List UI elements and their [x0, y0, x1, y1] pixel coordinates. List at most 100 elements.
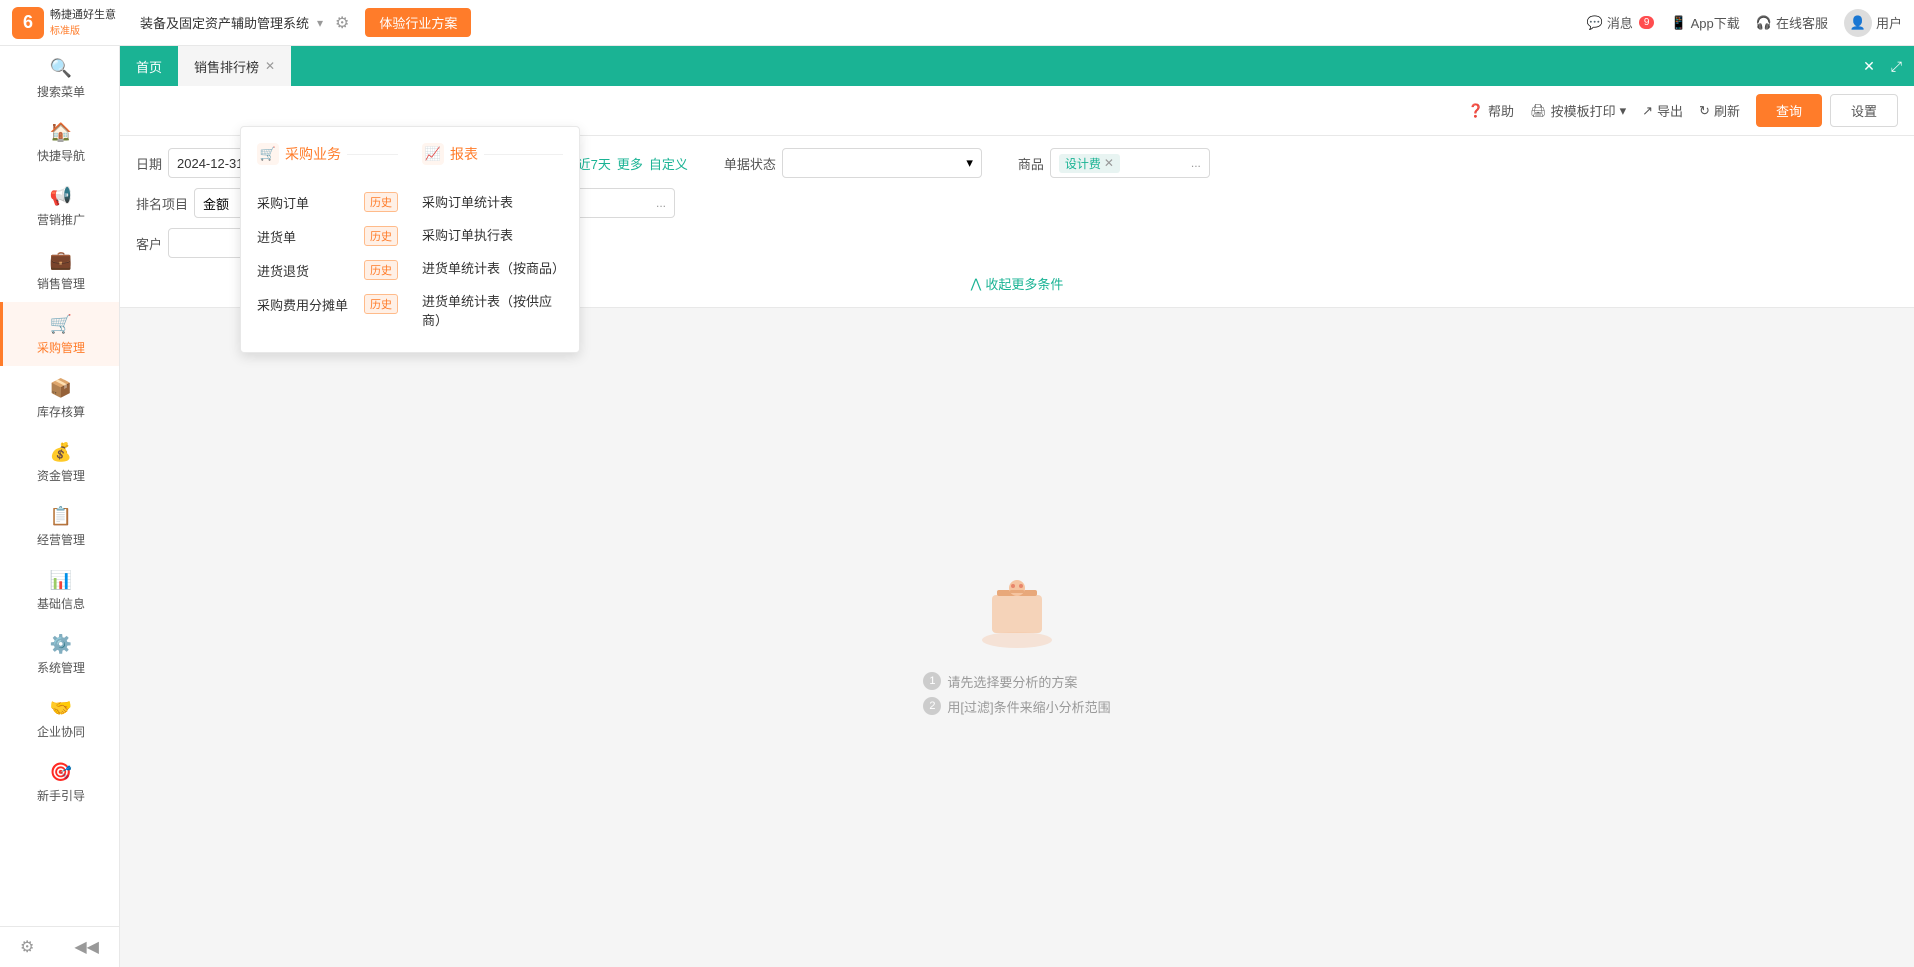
message-icon: 💬	[1587, 15, 1603, 31]
user-action[interactable]: 👤 用户	[1844, 9, 1902, 37]
phone-icon: 📱	[1670, 15, 1686, 31]
sidebar-collapse-icon[interactable]: ◀◀	[74, 937, 99, 957]
goods-more[interactable]: ...	[1191, 156, 1201, 170]
export-icon: ↗	[1642, 103, 1653, 119]
order-stat-label: 采购订单统计表	[422, 192, 513, 211]
sidebar-item-inventory[interactable]: 📦 库存核算	[0, 366, 119, 430]
dropdown-col-report-header: 📈 报表	[422, 143, 563, 173]
quick-date-more[interactable]: 更多	[617, 154, 643, 173]
doc-status-label: 单据状态	[724, 154, 776, 173]
dropdown-item-stock-stat-goods[interactable]: 进货单统计表（按商品）	[422, 251, 563, 284]
tab-maximize-icon[interactable]: ⤢	[1887, 54, 1906, 79]
collapse-button[interactable]: ⋀ 收起更多条件	[971, 274, 1064, 293]
dropdown-item-purchase-order[interactable]: 采购订单 历史	[257, 185, 398, 219]
sidebar-item-purchase[interactable]: 🛒 采购管理	[0, 302, 119, 366]
refresh-icon: ↻	[1699, 103, 1710, 119]
hint-num-2: 2	[923, 697, 941, 715]
guide-icon: 🎯	[50, 762, 72, 783]
tab-close-icon[interactable]: ✕	[265, 59, 275, 73]
help-action[interactable]: ❓ 帮助	[1468, 101, 1514, 120]
sidebar-item-sales[interactable]: 💼 销售管理	[0, 238, 119, 302]
marketing-icon: 📢	[50, 186, 72, 207]
system-dropdown-icon[interactable]: ▾	[317, 16, 323, 30]
goods-select[interactable]: 设计费 ✕ ...	[1050, 148, 1210, 178]
print-dropdown-icon: ▾	[1620, 103, 1627, 119]
sidebar-label-cooperation: 企业协同	[37, 723, 85, 740]
doc-status-arrow: ▾	[966, 155, 973, 171]
message-action[interactable]: 💬 消息 9	[1587, 13, 1655, 32]
stock-stat-supplier-label: 进货单统计表（按供应商）	[422, 291, 563, 329]
sidebar-label-search: 搜索菜单	[37, 83, 85, 100]
tab-home[interactable]: 首页	[120, 46, 178, 86]
sidebar-item-search[interactable]: 🔍 搜索菜单	[0, 46, 119, 110]
online-service-action[interactable]: 🎧 在线客服	[1756, 13, 1828, 32]
sidebar-item-system[interactable]: ⚙️ 系统管理	[0, 622, 119, 686]
dropdown-col-purchase-header: 🛒 采购业务	[257, 143, 398, 173]
page-content: ❓ 帮助 🖨 按模板打印 ▾ ↗ 导出 ↻ 刷新 查询	[120, 86, 1914, 967]
quick-date-custom[interactable]: 自定义	[649, 154, 688, 173]
sidebar-label-sales: 销售管理	[37, 275, 85, 292]
content-area: 首页 销售排行榜 ✕ ✕ ⤢ ❓ 帮助 🖨 按模板打印	[120, 46, 1914, 967]
sales-icon: 💼	[50, 250, 72, 271]
main-layout: 🔍 搜索菜单 🏠 快捷导航 📢 营销推广 💼 销售管理 🛒 采购管理 📦 库存核…	[0, 46, 1914, 967]
sidebar-item-marketing[interactable]: 📢 营销推广	[0, 174, 119, 238]
quick-date-7[interactable]: 近7天	[578, 154, 611, 173]
industry-btn[interactable]: 体验行业方案	[365, 8, 471, 37]
sidebar-settings-icon[interactable]: ⚙	[20, 937, 34, 957]
sidebar-item-basic[interactable]: 📊 基础信息	[0, 558, 119, 622]
print-template-action[interactable]: 🖨 按模板打印 ▾	[1530, 101, 1626, 120]
stock-return-badge: 历史	[364, 260, 398, 280]
customer-label: 客户	[136, 234, 162, 253]
tab-right-actions: ✕ ⤢	[1859, 54, 1914, 79]
tab-sales-rank[interactable]: 销售排行榜 ✕	[178, 46, 291, 86]
purchase-icon: 🛒	[50, 314, 72, 335]
hint-num-1: 1	[923, 672, 941, 690]
set-button[interactable]: 设置	[1830, 94, 1898, 127]
doc-status-select[interactable]: ▾	[782, 148, 982, 178]
dropdown-col-report: 📈 报表 采购订单统计表 采购订单执行表 进货单统计表（按商品） 进货单统计	[422, 143, 563, 336]
logo-char: 6	[23, 12, 33, 33]
dropdown-item-order-exec[interactable]: 采购订单执行表	[422, 218, 563, 251]
logo-name: 畅捷通好生意	[50, 8, 116, 22]
sidebar-label-operation: 经营管理	[37, 531, 85, 548]
query-button[interactable]: 查询	[1756, 94, 1822, 127]
empty-hint-2: 2 用[过滤]条件来缩小分析范围	[923, 697, 1110, 716]
quick-dates: 近7天 更多 自定义	[578, 154, 688, 173]
dropdown-col-purchase: 🛒 采购业务 采购订单 历史 进货单 历史 进货退货 历史	[257, 143, 398, 336]
tab-bar: 首页 销售排行榜 ✕ ✕ ⤢	[120, 46, 1914, 86]
goods-tag-text: 设计费	[1065, 155, 1101, 172]
dropdown-item-stock-return[interactable]: 进货退货 历史	[257, 253, 398, 287]
collapse-icon: ⋀	[971, 276, 982, 292]
sidebar-label-guide: 新手引导	[37, 787, 85, 804]
refresh-action[interactable]: ↻ 刷新	[1699, 101, 1740, 120]
tab-close-window-icon[interactable]: ✕	[1859, 54, 1879, 79]
sidebar-item-quick-nav[interactable]: 🏠 快捷导航	[0, 110, 119, 174]
user-label: 用户	[1876, 13, 1902, 32]
sidebar-label-marketing: 营销推广	[37, 211, 85, 228]
hint-text-1: 请先选择要分析的方案	[947, 672, 1077, 691]
dropdown-item-stock-stat-supplier[interactable]: 进货单统计表（按供应商）	[422, 284, 563, 336]
stock-stat-goods-label: 进货单统计表（按商品）	[422, 258, 563, 277]
settings-icon[interactable]: ⚙	[335, 13, 349, 33]
app-download-action[interactable]: 📱 App下载	[1670, 13, 1739, 32]
help-icon: ❓	[1468, 103, 1484, 119]
headset-icon: 🎧	[1756, 15, 1772, 31]
sidebar-item-finance[interactable]: 💰 资金管理	[0, 430, 119, 494]
sidebar-bottom: ⚙ ◀◀	[0, 926, 119, 967]
export-action[interactable]: ↗ 导出	[1642, 101, 1683, 120]
dropdown-item-expense[interactable]: 采购费用分摊单 历史	[257, 287, 398, 321]
goods-tag-close[interactable]: ✕	[1104, 156, 1114, 170]
message-badge: 9	[1639, 16, 1655, 29]
online-service-label: 在线客服	[1776, 13, 1828, 32]
salesperson-more[interactable]: ...	[656, 196, 666, 210]
dropdown-item-order-stat[interactable]: 采购订单统计表	[422, 185, 563, 218]
sidebar-item-operation[interactable]: 📋 经营管理	[0, 494, 119, 558]
logo-badge: 标准版	[50, 22, 116, 37]
sidebar-item-guide[interactable]: 🎯 新手引导	[0, 750, 119, 814]
dropdown-item-stock-in[interactable]: 进货单 历史	[257, 219, 398, 253]
print-icon: 🖨	[1530, 103, 1547, 119]
sidebar-item-cooperation[interactable]: 🤝 企业协同	[0, 686, 119, 750]
report-col-title: 报表	[450, 144, 478, 164]
stock-return-label: 进货退货	[257, 261, 309, 280]
filter-goods-item: 商品 设计费 ✕ ...	[1018, 148, 1210, 178]
